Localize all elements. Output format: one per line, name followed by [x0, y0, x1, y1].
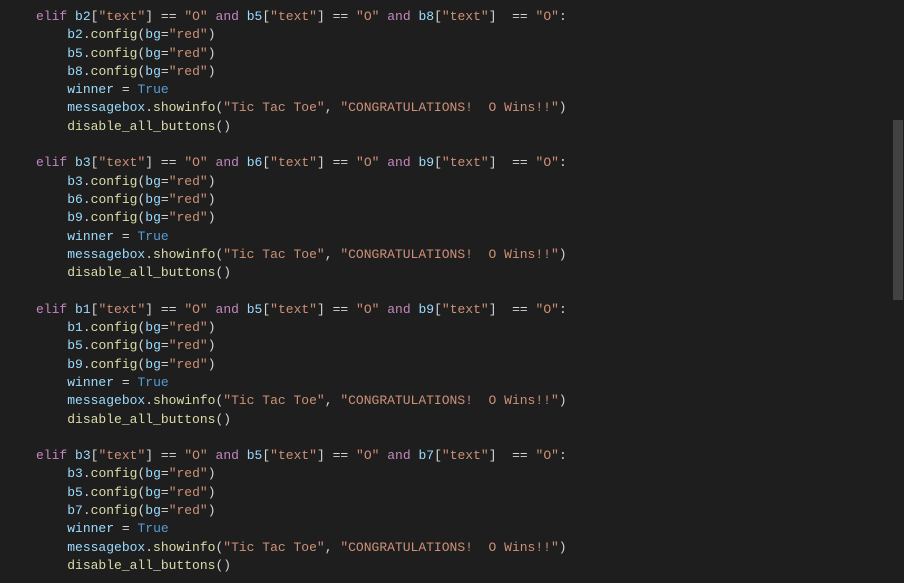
code-content: elif b2["text"] == "O" and b5["text"] ==… [36, 8, 904, 575]
vertical-scrollbar[interactable] [890, 0, 904, 582]
code-editor[interactable]: elif b2["text"] == "O" and b5["text"] ==… [0, 0, 904, 583]
scrollbar-thumb[interactable] [893, 120, 903, 300]
